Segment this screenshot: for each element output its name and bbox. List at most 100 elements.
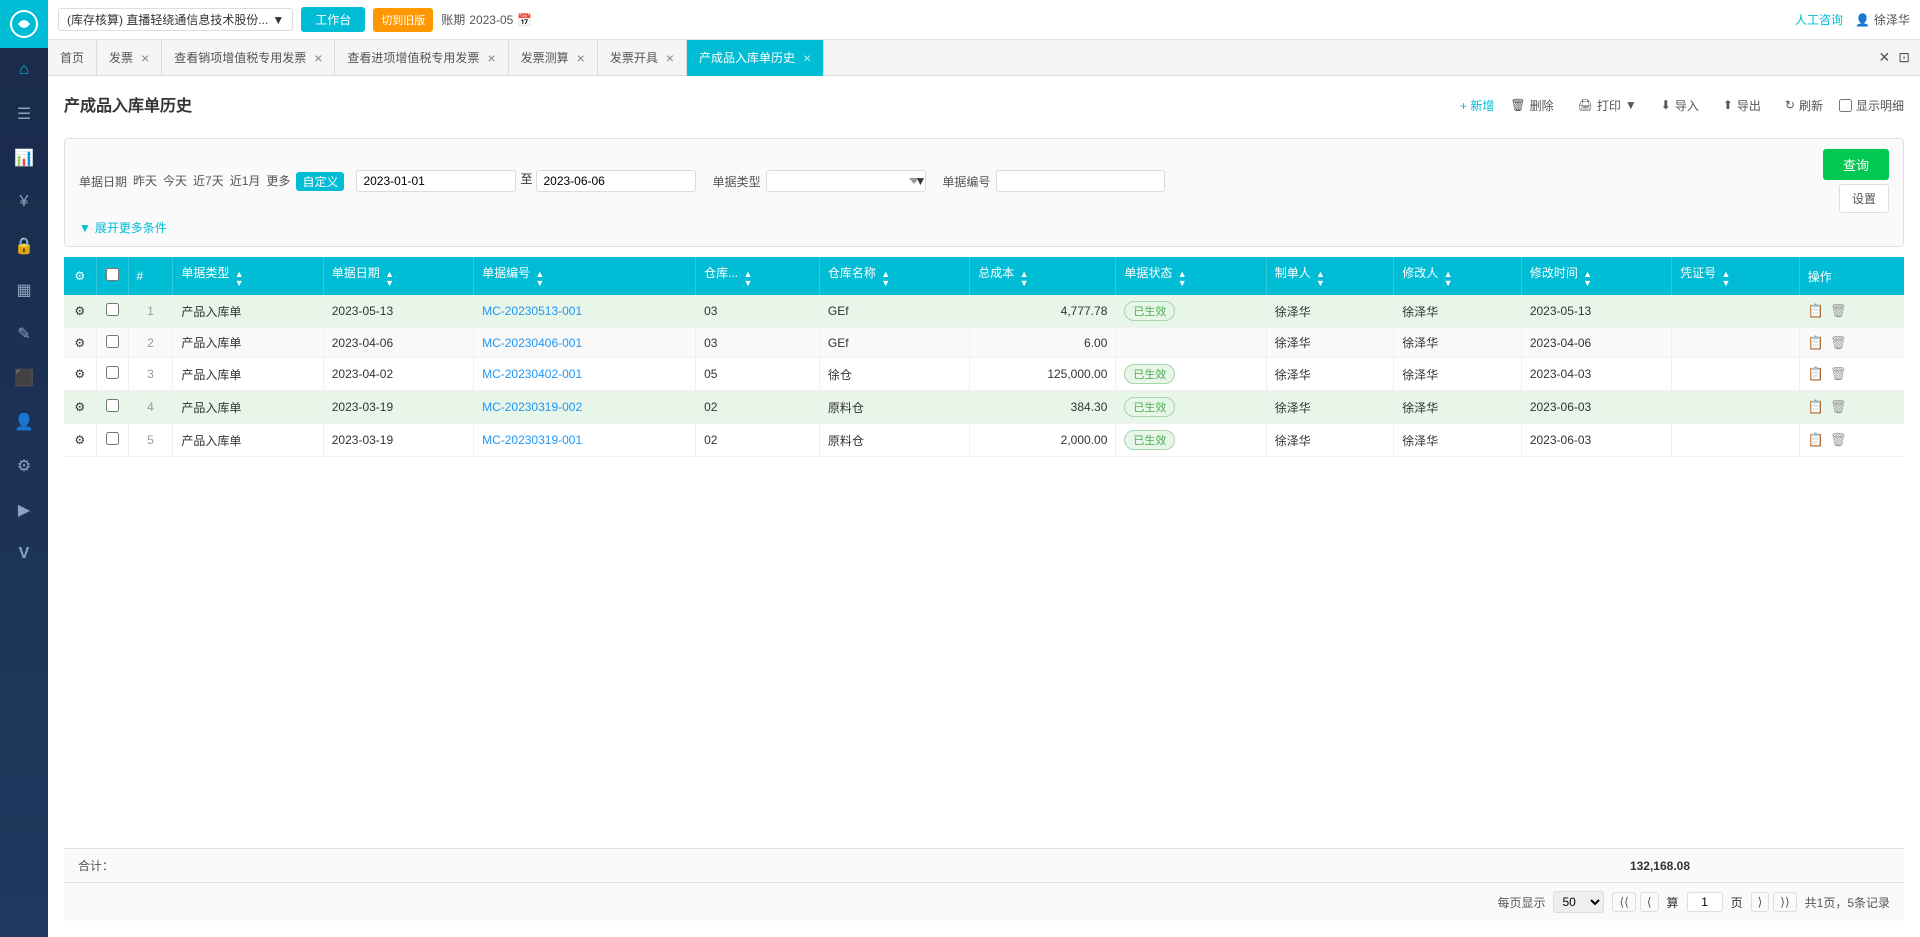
tab-purchase-invoice[interactable]: 查看进项增值税专用发票 × (335, 40, 508, 76)
sidebar-item-document[interactable]: ☰ (0, 92, 48, 136)
tab-invoice-close[interactable]: × (141, 51, 149, 65)
import-button[interactable]: ⬇ 导入 (1653, 93, 1707, 118)
switch-period-button[interactable]: 切到旧版 (373, 8, 433, 32)
date-7days[interactable]: 近7天 (193, 172, 224, 191)
sidebar-item-money[interactable]: ¥ (0, 180, 48, 224)
delete-button[interactable]: 🗑 删除 (1502, 93, 1561, 118)
col-date[interactable]: 单据日期 ▲▼ (323, 257, 473, 295)
user-menu[interactable]: 👤 徐泽华 (1855, 11, 1910, 28)
row-docno-link[interactable]: MC-20230319-001 (482, 433, 582, 447)
type-filter-select[interactable] (766, 170, 926, 192)
row-checkbox[interactable] (96, 358, 128, 391)
col-voucher[interactable]: 凭证号 ▲▼ (1672, 257, 1800, 295)
sidebar-item-play[interactable]: ▶ (0, 488, 48, 532)
row-edit-icon[interactable]: 📋 (1808, 366, 1824, 382)
sidebar-item-v[interactable]: V (0, 532, 48, 576)
col-status[interactable]: 单据状态 ▲▼ (1116, 257, 1266, 295)
refresh-button[interactable]: ↻ 刷新 (1777, 93, 1831, 118)
row-checkbox[interactable] (96, 328, 128, 358)
company-selector[interactable]: (库存核算) 直播轻绕通信息技术股份... ▼ (58, 8, 293, 31)
expand-filter[interactable]: ▼ 展开更多条件 (79, 219, 1889, 236)
col-creator[interactable]: 制单人 ▲▼ (1266, 257, 1394, 295)
query-button[interactable]: 查询 (1823, 149, 1889, 180)
row-edit-icon[interactable]: 📋 (1808, 399, 1824, 415)
setting-button[interactable]: 设置 (1839, 184, 1889, 213)
col-settings[interactable]: ⚙ (64, 257, 96, 295)
date-from-input[interactable] (356, 170, 516, 192)
row-checkbox[interactable] (96, 424, 128, 457)
new-button[interactable]: + 新增 (1460, 97, 1494, 114)
row-docno[interactable]: MC-20230406-001 (474, 328, 696, 358)
tab-product-history[interactable]: 产成品入库单历史 × (687, 40, 824, 76)
sidebar-item-home[interactable]: ⌂ (0, 48, 48, 92)
row-edit-icon[interactable]: 📋 (1808, 303, 1824, 319)
sidebar-item-inventory[interactable]: ⬛ (0, 356, 48, 400)
tab-close-all[interactable]: ✕ (1879, 49, 1891, 66)
tab-invoice-calc[interactable]: 发票测算 × (509, 40, 598, 76)
row-docno-link[interactable]: MC-20230513-001 (482, 304, 582, 318)
tab-invoice[interactable]: 发票 × (97, 40, 162, 76)
date-more[interactable]: 更多 (266, 172, 290, 191)
tab-purchase-invoice-close[interactable]: × (487, 51, 495, 65)
row-docno[interactable]: MC-20230319-002 (474, 391, 696, 424)
export-button[interactable]: ⬆ 导出 (1715, 93, 1769, 118)
row-delete-icon[interactable]: 🗑 (1830, 432, 1847, 448)
row-edit-icon[interactable]: 📋 (1808, 335, 1824, 351)
print-button[interactable]: 🖨 打印 ▼ (1570, 93, 1645, 118)
col-modify-time[interactable]: 修改时间 ▲▼ (1521, 257, 1671, 295)
row-delete-icon[interactable]: 🗑 (1830, 335, 1847, 351)
row-docno[interactable]: MC-20230513-001 (474, 295, 696, 328)
row-settings[interactable]: ⚙ (64, 424, 96, 457)
row-checkbox[interactable] (96, 295, 128, 328)
tab-invoice-calc-close[interactable]: × (577, 51, 585, 65)
page-prev[interactable]: ⟨ (1640, 892, 1659, 912)
row-edit-icon[interactable]: 📋 (1808, 432, 1824, 448)
tab-sales-invoice[interactable]: 查看销项增值税专用发票 × (162, 40, 335, 76)
tab-product-history-close[interactable]: × (803, 51, 811, 65)
col-docno[interactable]: 单据编号 ▲▼ (474, 257, 696, 295)
row-settings[interactable]: ⚙ (64, 391, 96, 424)
sidebar-item-stamp[interactable]: ✎ (0, 312, 48, 356)
row-settings[interactable]: ⚙ (64, 328, 96, 358)
date-today[interactable]: 今天 (163, 172, 187, 191)
row-docno[interactable]: MC-20230319-001 (474, 424, 696, 457)
docno-filter-input[interactable] (996, 170, 1165, 192)
page-first[interactable]: ⟨⟨ (1612, 892, 1635, 912)
page-size-select[interactable]: 50 100 200 (1553, 891, 1604, 913)
col-warehouse-code[interactable]: 仓库... ▲▼ (696, 257, 820, 295)
workbench-button[interactable]: 工作台 (301, 7, 365, 32)
sidebar-item-box[interactable]: ▦ (0, 268, 48, 312)
sidebar-item-lock[interactable]: 🔒 (0, 224, 48, 268)
col-type[interactable]: 单据类型 ▲▼ (173, 257, 323, 295)
tab-sales-invoice-close[interactable]: × (314, 51, 322, 65)
row-delete-icon[interactable]: 🗑 (1830, 399, 1847, 415)
show-detail-checkbox[interactable] (1839, 99, 1852, 112)
support-link[interactable]: 人工咨询 (1795, 11, 1843, 28)
date-1month[interactable]: 近1月 (230, 172, 261, 191)
col-checkbox[interactable] (96, 257, 128, 295)
row-checkbox[interactable] (96, 391, 128, 424)
row-docno-link[interactable]: MC-20230402-001 (482, 367, 582, 381)
col-warehouse-name[interactable]: 仓库名称 ▲▼ (819, 257, 969, 295)
sidebar-item-user[interactable]: 👤 (0, 400, 48, 444)
row-docno-link[interactable]: MC-20230406-001 (482, 336, 582, 350)
page-current-input[interactable] (1687, 892, 1723, 912)
date-custom[interactable]: 自定义 (296, 172, 344, 191)
date-yesterday[interactable]: 昨天 (133, 172, 157, 191)
tab-invoice-open[interactable]: 发票开具 × (598, 40, 687, 76)
row-docno[interactable]: MC-20230402-001 (474, 358, 696, 391)
page-last[interactable]: ⟩⟩ (1773, 892, 1796, 912)
col-modifier[interactable]: 修改人 ▲▼ (1394, 257, 1522, 295)
row-delete-icon[interactable]: 🗑 (1830, 366, 1847, 382)
select-all-checkbox[interactable] (106, 268, 119, 281)
sidebar-item-settings[interactable]: ⚙ (0, 444, 48, 488)
col-total-cost[interactable]: 总成本 ▲▼ (970, 257, 1116, 295)
date-to-input[interactable] (536, 170, 696, 192)
row-settings[interactable]: ⚙ (64, 295, 96, 328)
calendar-icon[interactable]: 📅 (517, 13, 532, 27)
row-settings[interactable]: ⚙ (64, 358, 96, 391)
tab-invoice-open-close[interactable]: × (666, 51, 674, 65)
tab-maximize[interactable]: ⊡ (1898, 49, 1910, 66)
row-delete-icon[interactable]: 🗑 (1830, 303, 1847, 319)
sidebar-item-chart[interactable]: 📊 (0, 136, 48, 180)
